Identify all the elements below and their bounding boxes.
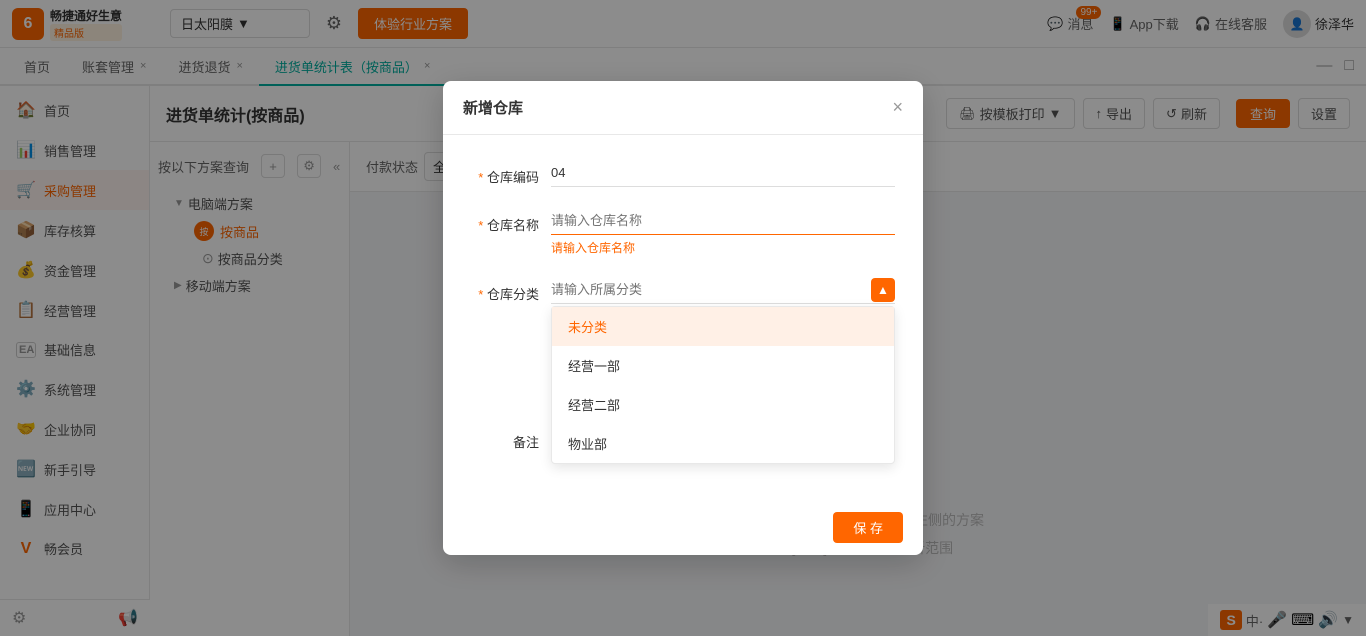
warehouse-name-row: * 仓库名称 请输入仓库名称 — [471, 207, 895, 256]
modal-title: 新增仓库 — [463, 97, 523, 118]
category-input[interactable] — [551, 276, 871, 303]
modal-close-button[interactable]: × — [892, 97, 903, 118]
warehouse-name-input[interactable] — [551, 207, 895, 235]
dropdown-item-unclassified[interactable]: 未分类 — [552, 307, 894, 346]
notes-label: 备注 — [471, 424, 551, 451]
warehouse-name-error: 请输入仓库名称 — [551, 239, 895, 256]
warehouse-name-wrapper: 请输入仓库名称 — [551, 207, 895, 256]
modal-body: * 仓库编码 * 仓库名称 请输入仓库名称 * 仓库分类 — [443, 135, 923, 500]
warehouse-category-wrapper: ▲ 未分类 经营一部 经营二部 物业部 — [551, 276, 895, 304]
warehouse-category-row: * 仓库分类 ▲ 未分类 经营一部 经营二部 物业部 — [471, 276, 895, 304]
new-warehouse-modal: 新增仓库 × * 仓库编码 * 仓库名称 请输入仓库名称 — [443, 81, 923, 555]
modal-footer: 保 存 — [443, 500, 923, 555]
save-button[interactable]: 保 存 — [833, 512, 903, 543]
dropdown-item-dept3[interactable]: 物业部 — [552, 424, 894, 463]
modal-header: 新增仓库 × — [443, 81, 923, 135]
warehouse-code-input[interactable] — [551, 159, 895, 187]
dropdown-item-dept1[interactable]: 经营一部 — [552, 346, 894, 385]
warehouse-name-label: * 仓库名称 — [471, 207, 551, 234]
category-dropdown: 未分类 经营一部 经营二部 物业部 — [551, 306, 895, 464]
warehouse-code-wrapper — [551, 159, 895, 187]
category-input-container: ▲ — [551, 276, 895, 304]
warehouse-code-row: * 仓库编码 — [471, 159, 895, 187]
warehouse-category-label: * 仓库分类 — [471, 276, 551, 303]
warehouse-code-label: * 仓库编码 — [471, 159, 551, 186]
dropdown-item-dept2[interactable]: 经营二部 — [552, 385, 894, 424]
category-chevron-up-icon[interactable]: ▲ — [871, 278, 895, 302]
